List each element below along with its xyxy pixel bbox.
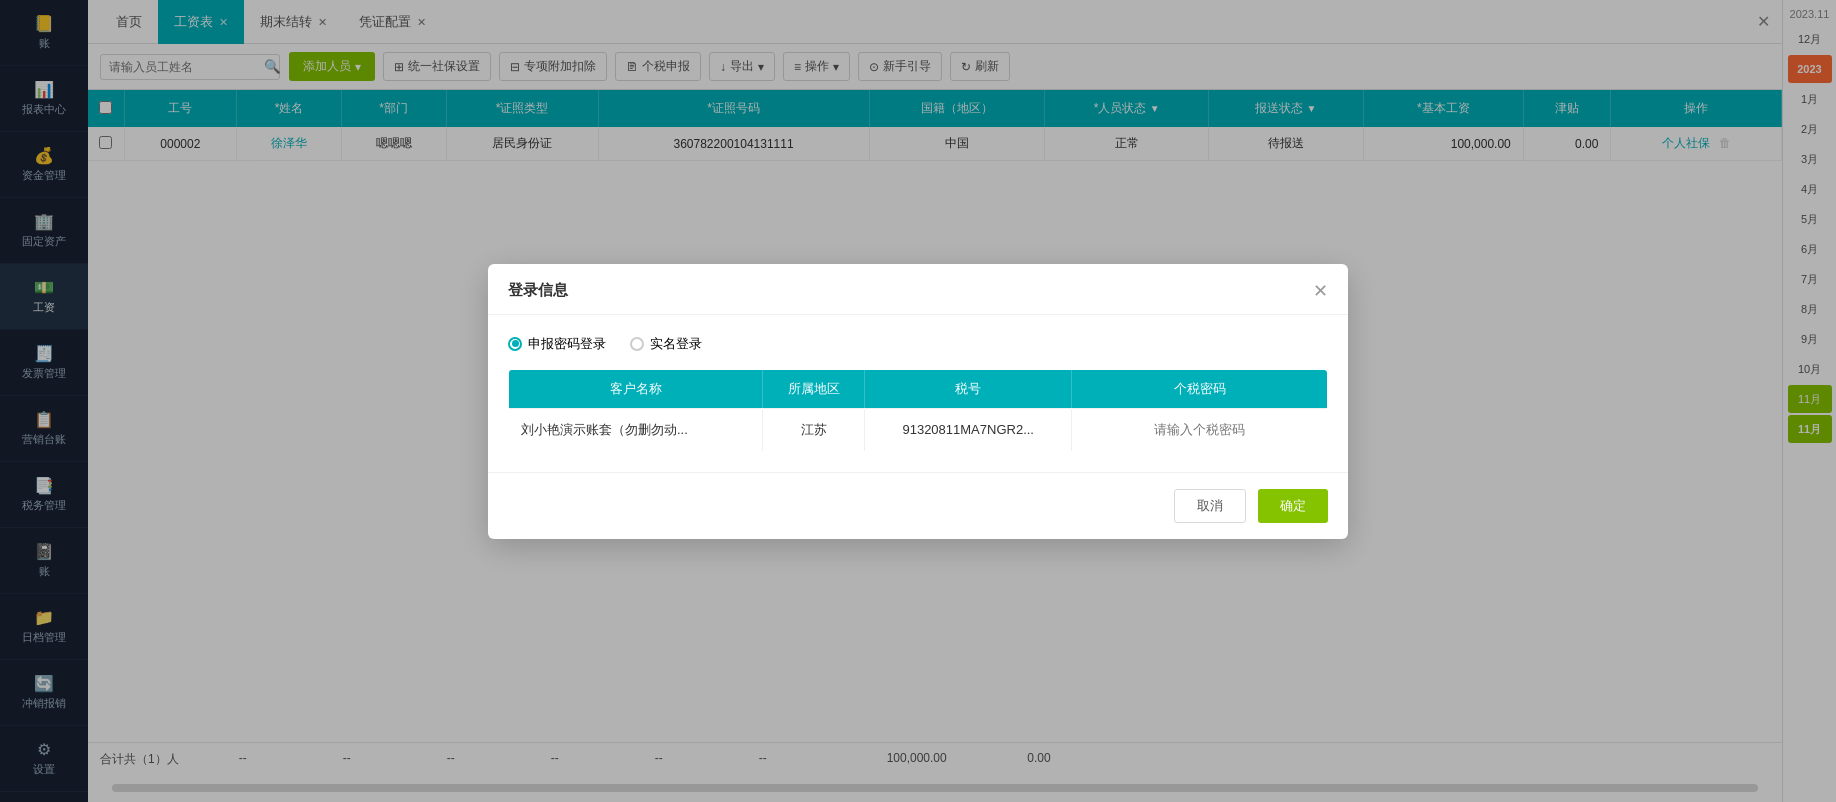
dialog-overlay: 登录信息 ✕ 申报密码登录 实名登录 客户名称 所属地区	[0, 0, 1836, 802]
radio-password-dot	[508, 337, 522, 351]
cancel-button[interactable]: 取消	[1174, 489, 1246, 523]
client-region-cell: 江苏	[763, 408, 865, 451]
client-table: 客户名称 所属地区 税号 个税密码 刘小艳演示账套（勿删勿动... 江苏 913…	[508, 369, 1328, 452]
inner-col-client: 客户名称	[509, 369, 763, 408]
tax-password-input[interactable]	[1084, 422, 1315, 437]
dialog-title: 登录信息	[508, 281, 568, 300]
radio-realname-label: 实名登录	[650, 335, 702, 353]
radio-realname-login[interactable]: 实名登录	[630, 335, 702, 353]
radio-password-login[interactable]: 申报密码登录	[508, 335, 606, 353]
radio-password-label: 申报密码登录	[528, 335, 606, 353]
login-info-dialog: 登录信息 ✕ 申报密码登录 实名登录 客户名称 所属地区	[488, 264, 1348, 539]
login-method-group: 申报密码登录 实名登录	[508, 335, 1328, 353]
client-row: 刘小艳演示账套（勿删勿动... 江苏 91320811MA7NGR2...	[509, 408, 1328, 451]
inner-col-password: 个税密码	[1072, 369, 1328, 408]
confirm-button[interactable]: 确定	[1258, 489, 1328, 523]
inner-col-region: 所属地区	[763, 369, 865, 408]
dialog-close-button[interactable]: ✕	[1313, 280, 1328, 302]
radio-realname-dot	[630, 337, 644, 351]
client-taxno-cell: 91320811MA7NGR2...	[865, 408, 1072, 451]
dialog-footer: 取消 确定	[488, 472, 1348, 539]
dialog-body: 申报密码登录 实名登录 客户名称 所属地区 税号 个税密码	[488, 315, 1348, 472]
client-password-cell[interactable]	[1072, 408, 1328, 451]
inner-col-taxno: 税号	[865, 369, 1072, 408]
client-name-cell: 刘小艳演示账套（勿删勿动...	[509, 408, 763, 451]
dialog-header: 登录信息 ✕	[488, 264, 1348, 315]
